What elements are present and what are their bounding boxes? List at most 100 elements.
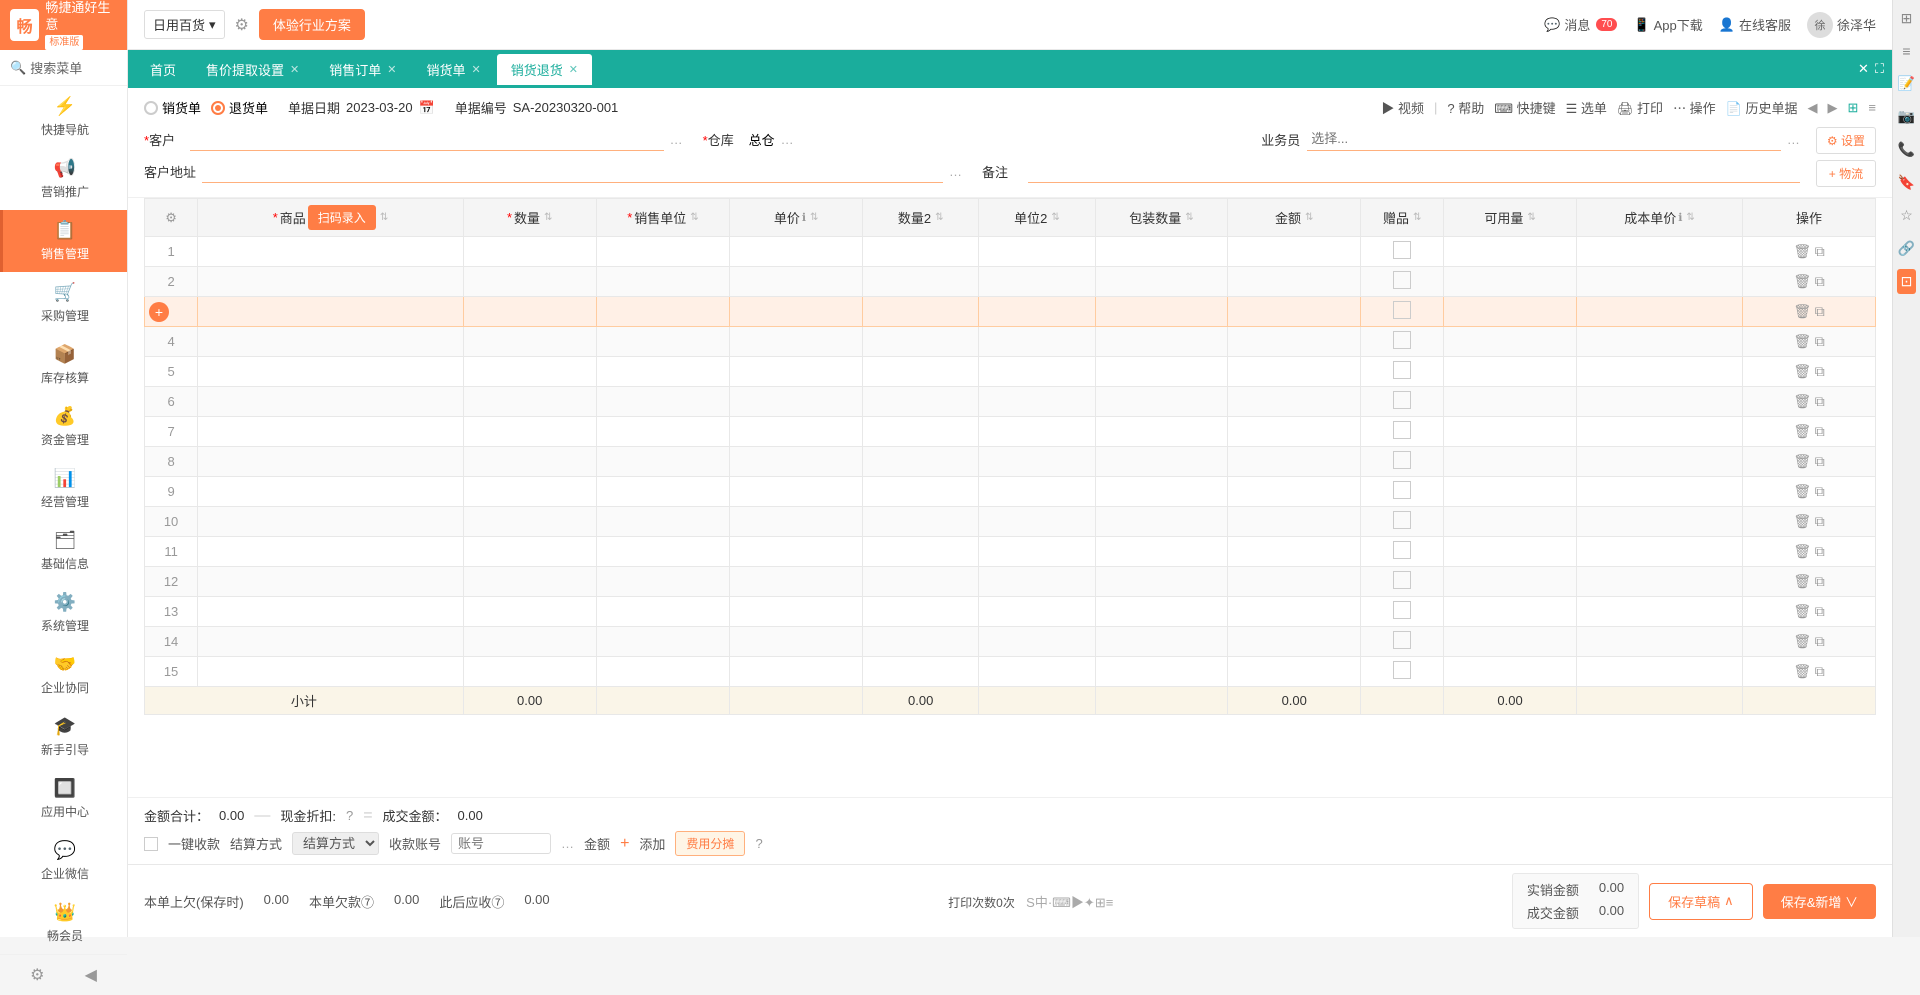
amount-cell[interactable] (1228, 327, 1361, 357)
delete-row-button[interactable]: 🗑 (1793, 513, 1811, 530)
copy-row-button[interactable]: ⧉ (1815, 543, 1825, 560)
close-tab-price[interactable]: ✕ (290, 63, 299, 76)
delete-row-button[interactable]: 🗑 (1793, 603, 1811, 620)
next-icon[interactable]: ▶ (1828, 100, 1838, 116)
product-cell[interactable] (198, 297, 464, 327)
rp-phone-icon[interactable]: 📞 (1894, 137, 1919, 162)
sidebar-item-purchase[interactable]: 🛒 采购管理 (0, 272, 127, 334)
sidebar-item-operation[interactable]: 📊 经营管理 (0, 458, 127, 520)
pack-sort-icon[interactable]: ⇅ (1185, 212, 1193, 223)
qty2-cell[interactable] (863, 387, 979, 417)
pack-qty-cell[interactable] (1095, 597, 1228, 627)
settings-bottom-icon[interactable]: ⚙ (30, 965, 44, 985)
sales-unit-cell[interactable] (596, 297, 730, 327)
available-cell[interactable] (1444, 597, 1577, 627)
gift-checkbox[interactable] (1393, 421, 1411, 439)
message-item[interactable]: 💬 消息 70 (1544, 15, 1617, 34)
copy-row-button[interactable]: ⧉ (1815, 573, 1825, 590)
one-click-pay-checkbox[interactable] (144, 837, 158, 851)
quantity-cell[interactable] (463, 357, 596, 387)
delete-row-button[interactable]: 🗑 (1793, 633, 1811, 650)
cost-price-cell[interactable] (1577, 537, 1743, 567)
product-cell[interactable] (198, 537, 464, 567)
cost-price-cell[interactable] (1577, 387, 1743, 417)
quantity-cell[interactable] (463, 657, 596, 687)
qty2-cell[interactable] (863, 297, 979, 327)
product-cell[interactable] (198, 477, 464, 507)
qty2-cell[interactable] (863, 567, 979, 597)
gift-checkbox[interactable] (1393, 391, 1411, 409)
sales-unit-cell[interactable] (596, 447, 730, 477)
cost-price-cell[interactable] (1577, 627, 1743, 657)
qty2-cell[interactable] (863, 657, 979, 687)
cost-price-cell[interactable] (1577, 237, 1743, 267)
unit2-cell[interactable] (979, 327, 1095, 357)
delete-row-button[interactable]: 🗑 (1793, 273, 1811, 290)
unit2-cell[interactable] (979, 537, 1095, 567)
sales-unit-cell[interactable] (596, 387, 730, 417)
unit2-cell[interactable] (979, 387, 1095, 417)
delete-row-button[interactable]: 🗑 (1793, 423, 1811, 440)
unit-price-cell[interactable] (730, 597, 863, 627)
available-cell[interactable] (1444, 447, 1577, 477)
qty2-cell[interactable] (863, 447, 979, 477)
copy-row-button[interactable]: ⧉ (1815, 243, 1825, 260)
quantity-cell[interactable] (463, 507, 596, 537)
close-tab-sales-return[interactable]: ✕ (569, 63, 578, 76)
copy-row-button[interactable]: ⧉ (1815, 453, 1825, 470)
quantity-cell[interactable] (463, 417, 596, 447)
copy-row-button[interactable]: ⧉ (1815, 603, 1825, 620)
print-btn[interactable]: 🖨 打印 (1617, 98, 1663, 117)
delete-row-button[interactable]: 🗑 (1793, 483, 1811, 500)
quantity-cell[interactable] (463, 267, 596, 297)
quantity-cell[interactable] (463, 537, 596, 567)
cost-price-info-icon[interactable]: ℹ (1678, 211, 1682, 224)
product-cell[interactable] (198, 567, 464, 597)
settings-button[interactable]: ⚙ 设置 (1816, 127, 1876, 154)
qty-sort-icon[interactable]: ⇅ (544, 212, 552, 223)
copy-row-button[interactable]: ⧉ (1815, 423, 1825, 440)
unit-price-cell[interactable] (730, 507, 863, 537)
sales-unit-cell[interactable] (596, 507, 730, 537)
delete-row-button[interactable]: 🗑 (1793, 243, 1811, 260)
cost-price-cell[interactable] (1577, 597, 1743, 627)
gift-checkbox[interactable] (1393, 541, 1411, 559)
pack-qty-cell[interactable] (1095, 657, 1228, 687)
save-draft-button[interactable]: 保存草稿 ∧ (1649, 883, 1753, 920)
pack-qty-cell[interactable] (1095, 267, 1228, 297)
pack-qty-cell[interactable] (1095, 537, 1228, 567)
gift-checkbox[interactable] (1393, 271, 1411, 289)
copy-row-button[interactable]: ⧉ (1815, 663, 1825, 680)
unit-price-cell[interactable] (730, 417, 863, 447)
radio-sales[interactable]: 销货单 (144, 98, 201, 117)
amount-cell[interactable] (1228, 477, 1361, 507)
cost-price-cell[interactable] (1577, 357, 1743, 387)
copy-row-button[interactable]: ⧉ (1815, 363, 1825, 380)
delete-row-button[interactable]: 🗑 (1793, 333, 1811, 350)
close-tab-sales[interactable]: ✕ (472, 63, 481, 76)
quantity-cell[interactable] (463, 297, 596, 327)
sales-unit-cell[interactable] (596, 417, 730, 447)
unit-price-cell[interactable] (730, 627, 863, 657)
available-cell[interactable] (1444, 297, 1577, 327)
search-menu-item[interactable]: 🔍 搜索菜单 (0, 50, 127, 86)
rp-list-icon[interactable]: ≡ (1898, 39, 1914, 63)
help-btn[interactable]: ? 帮助 (1447, 98, 1484, 117)
cost-price-cell[interactable] (1577, 567, 1743, 597)
account-input[interactable] (451, 833, 551, 854)
sales-unit-cell[interactable] (596, 357, 730, 387)
sales-unit-cell[interactable] (596, 627, 730, 657)
operation-btn[interactable]: ⋯ 操作 (1673, 98, 1716, 117)
staff-dots[interactable]: … (1787, 132, 1800, 147)
sales-unit-cell[interactable] (596, 657, 730, 687)
available-cell[interactable] (1444, 537, 1577, 567)
amount-cell[interactable] (1228, 597, 1361, 627)
customer-dots[interactable]: … (670, 132, 683, 147)
table-gear-icon[interactable]: ⚙ (165, 210, 177, 225)
copy-row-button[interactable]: ⧉ (1815, 633, 1825, 650)
unit2-cell[interactable] (979, 267, 1095, 297)
amount-cell[interactable] (1228, 537, 1361, 567)
history-btn[interactable]: 📄 历史单据 (1726, 98, 1798, 117)
logistics-button[interactable]: + 物流 (1816, 160, 1876, 187)
available-cell[interactable] (1444, 237, 1577, 267)
